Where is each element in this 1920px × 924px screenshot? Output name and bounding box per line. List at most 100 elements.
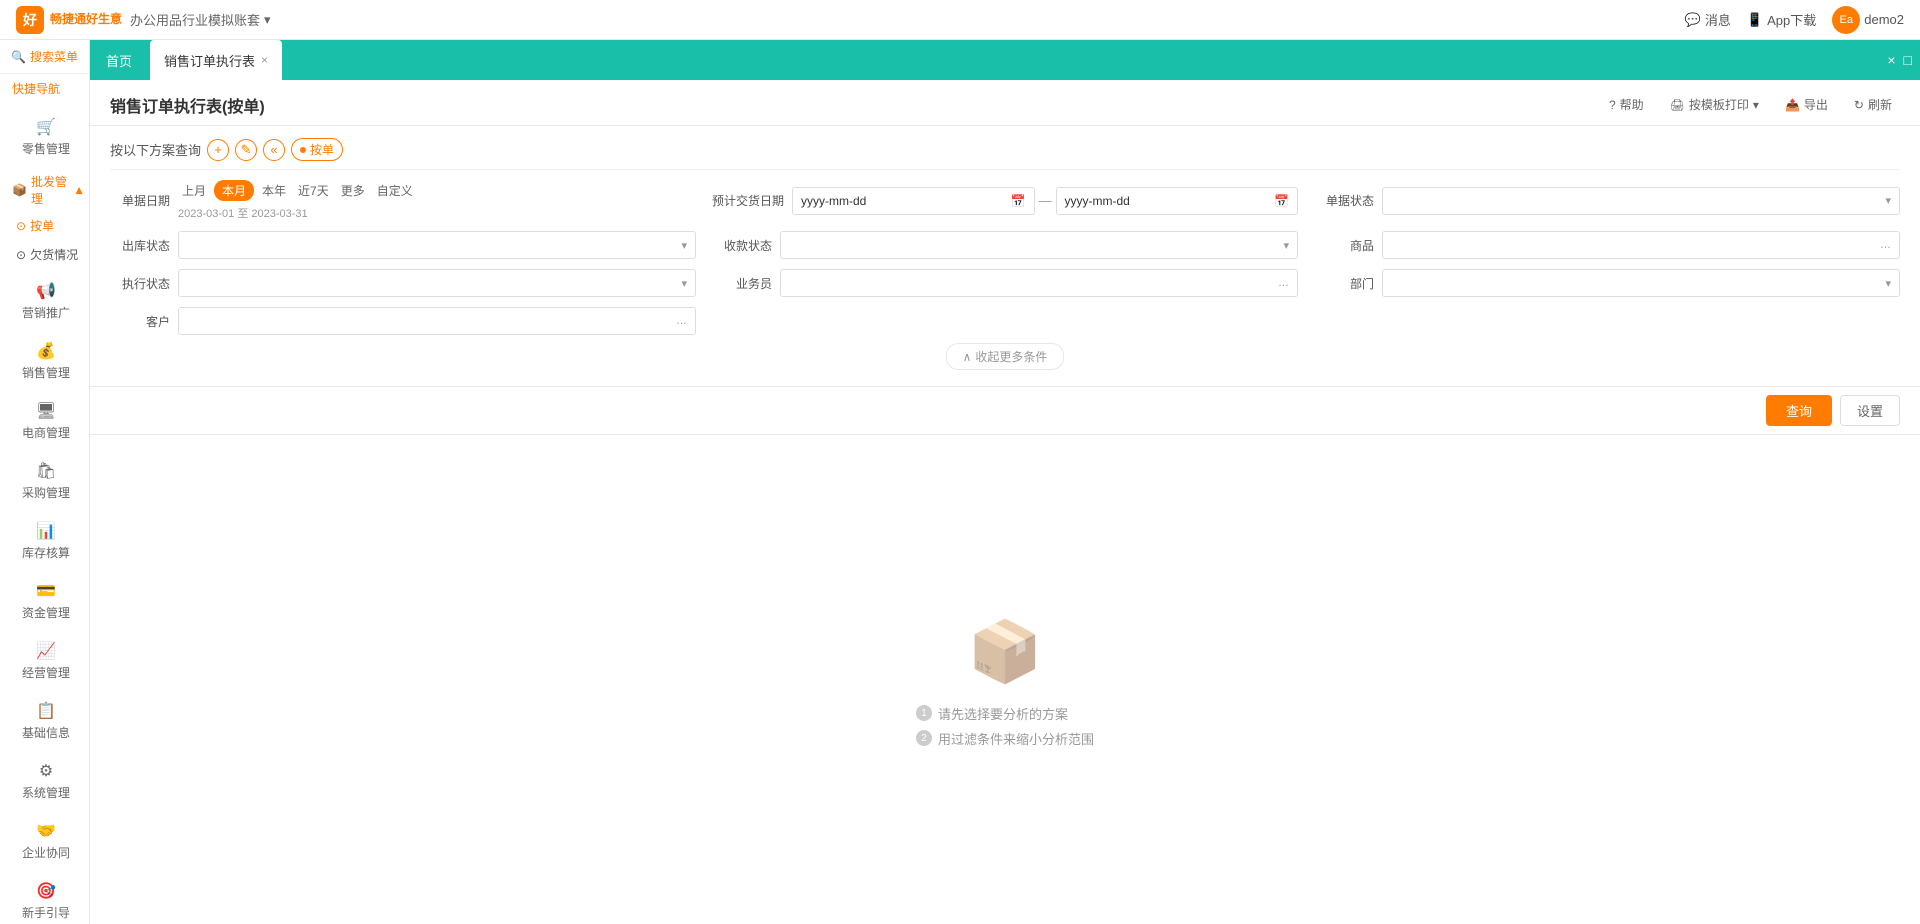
tab-bar: 首页 销售订单执行表 × × □ — [90, 40, 1920, 80]
collection-status-select[interactable]: ▾ — [780, 231, 1298, 259]
collapse-more-button[interactable]: ∧ 收起更多条件 — [946, 343, 1065, 370]
sidebar-item-sales[interactable]: 💰 销售管理 — [0, 331, 89, 391]
date-range-hint: 2023-03-01 至 2023-03-31 — [178, 205, 696, 221]
sidebar: 🔍 搜索菜单 快捷导航 🛒 零售管理 📦 批发管理 ▲ ⊙ 按单 ⊙ 欠货情况 — [0, 40, 90, 924]
doc-status-select[interactable]: ▾ — [1382, 187, 1900, 215]
logo-area: 好 畅捷通好生意 — [16, 6, 122, 34]
guide-icon: 🎯 — [36, 881, 56, 901]
page-title: 销售订单执行表(按单) — [110, 93, 265, 117]
sidebar-item-inventory[interactable]: 📊 库存核算 — [0, 511, 89, 571]
date-more[interactable]: 更多 — [337, 180, 369, 201]
sidebar-item-label: 库存核算 — [22, 544, 70, 561]
search-icon: 🔍 — [11, 50, 26, 64]
sidebar-item-label: 资金管理 — [22, 604, 70, 621]
date-label: 单据日期 — [110, 192, 170, 209]
sidebar-item-coop[interactable]: 🤝 企业协同 — [0, 811, 89, 871]
sidebar-item-guide[interactable]: 🎯 新手引导 — [0, 871, 89, 924]
collapse-row: ∧ 收起更多条件 — [110, 335, 1900, 374]
expected-date-end[interactable]: yyyy-mm-dd 📅 — [1056, 187, 1299, 215]
goods-label: 商品 — [1314, 237, 1374, 254]
date-prev-month[interactable]: 上月 — [178, 180, 210, 201]
tip-num-2: 2 — [916, 730, 932, 746]
filter-out-status: 出库状态 ▾ — [110, 231, 696, 259]
filter-salesman: 业务员 … — [712, 269, 1298, 297]
sidebar-item-operation[interactable]: 📈 经营管理 — [0, 631, 89, 691]
sidebar-item-label: 基础信息 — [22, 724, 70, 741]
filter-grid: 单据日期 上月 本月 本年 近7天 更多 自定义 2023-03-01 至 20… — [110, 180, 1900, 335]
sidebar-item-wholesale[interactable]: 📦 批发管理 ▲ — [0, 167, 89, 209]
selected-scheme[interactable]: 按单 — [291, 138, 343, 161]
tab-close-icon[interactable]: × — [261, 53, 268, 67]
exec-status-select[interactable]: ▾ — [178, 269, 696, 297]
date-custom[interactable]: 自定义 — [373, 180, 417, 201]
sidebar-item-label: 系统管理 — [22, 784, 70, 801]
package-icon: 📦 — [12, 183, 27, 197]
sidebar-item-press-order[interactable]: ⊙ 按单 — [0, 211, 89, 240]
tab-bar-actions: × □ — [1887, 52, 1920, 68]
top-bar-left: 好 畅捷通好生意 办公用品行业模拟账套 ▾ — [16, 6, 271, 34]
doc-status-label: 单据状态 — [1314, 192, 1374, 209]
refresh-icon: ↻ — [1854, 98, 1864, 112]
scheme-actions: + ✎ « — [207, 139, 285, 161]
app-download-button[interactable]: 📱 App下载 — [1747, 10, 1816, 29]
filter-goods: 商品 … — [1314, 231, 1900, 259]
help-button[interactable]: ? 帮助 — [1601, 92, 1652, 117]
edit-scheme-button[interactable]: ✎ — [235, 139, 257, 161]
customer-input[interactable]: … — [178, 307, 696, 335]
setting-button[interactable]: 设置 — [1840, 395, 1900, 426]
sidebar-item-owed[interactable]: ⊙ 欠货情况 — [0, 240, 89, 269]
sidebar-item-finance[interactable]: 💳 资金管理 — [0, 571, 89, 631]
sidebar-item-system[interactable]: ⚙ 系统管理 — [0, 751, 89, 811]
sidebar-item-basic[interactable]: 📋 基础信息 — [0, 691, 89, 751]
out-status-label: 出库状态 — [110, 237, 170, 254]
sidebar-item-purchase[interactable]: 🛍 采购管理 — [0, 451, 89, 511]
system-icon: ⚙ — [39, 761, 53, 781]
expected-date-start[interactable]: yyyy-mm-dd 📅 — [792, 187, 1035, 215]
salesman-label: 业务员 — [712, 275, 772, 292]
date-separator: — — [1039, 193, 1052, 208]
chevron-down-icon: ▾ — [1753, 98, 1759, 112]
tab-minimize-icon[interactable]: × — [1887, 52, 1895, 68]
circle-icon: ⊙ — [16, 248, 26, 262]
tab-home[interactable]: 首页 — [90, 40, 148, 80]
empty-illustration: 📦 — [965, 612, 1045, 692]
end-placeholder: yyyy-mm-dd — [1065, 194, 1130, 208]
logo-icon: 好 — [16, 6, 44, 34]
basic-icon: 📋 — [36, 701, 56, 721]
quick-nav[interactable]: 快捷导航 — [0, 74, 89, 99]
date-this-year[interactable]: 本年 — [258, 180, 290, 201]
chevron-down-icon: ▾ — [1885, 277, 1891, 290]
collapse-icon: ∧ — [963, 350, 972, 364]
export-button[interactable]: 📤 导出 — [1777, 92, 1836, 117]
collection-status-label: 收款状态 — [712, 237, 772, 254]
sidebar-item-ecommerce[interactable]: 🖥 电商管理 — [0, 391, 89, 451]
sidebar-item-retail[interactable]: 🛒 零售管理 — [0, 107, 89, 167]
dept-select[interactable]: ▾ — [1382, 269, 1900, 297]
finance-icon: 💳 — [36, 581, 56, 601]
refresh-button[interactable]: ↻ 刷新 — [1846, 92, 1900, 117]
add-scheme-button[interactable]: + — [207, 139, 229, 161]
more-icon: … — [1278, 277, 1289, 289]
user-menu[interactable]: Ea demo2 — [1832, 6, 1904, 34]
goods-input[interactable]: … — [1382, 231, 1900, 259]
sidebar-search[interactable]: 🔍 搜索菜单 — [0, 40, 89, 74]
date-7days[interactable]: 近7天 — [294, 180, 333, 201]
tab-active[interactable]: 销售订单执行表 × — [150, 40, 282, 80]
tab-maximize-icon[interactable]: □ — [1904, 52, 1912, 68]
more-icon: … — [676, 315, 687, 327]
exec-status-label: 执行状态 — [110, 275, 170, 292]
chevron-down-icon: ▾ — [1885, 194, 1891, 207]
date-current-month[interactable]: 本月 — [214, 180, 254, 201]
query-button[interactable]: 查询 — [1766, 395, 1832, 426]
content-area: 首页 销售订单执行表 × × □ 销售订单执行表(按单) ? 帮助 🖨 — [90, 40, 1920, 924]
out-status-select[interactable]: ▾ — [178, 231, 696, 259]
salesman-input[interactable]: … — [780, 269, 1298, 297]
collapse-scheme-button[interactable]: « — [263, 139, 285, 161]
print-button[interactable]: 🖨 按模板打印 ▾ — [1662, 92, 1767, 117]
industry-selector[interactable]: 办公用品行业模拟账套 ▾ — [130, 10, 271, 29]
message-button[interactable]: 💬 消息 — [1685, 10, 1731, 29]
filter-collection-status: 收款状态 ▾ — [712, 231, 1298, 259]
sales-icon: 💰 — [36, 341, 56, 361]
sidebar-item-label: 营销推广 — [22, 304, 70, 321]
sidebar-item-marketing[interactable]: 📢 营销推广 — [0, 271, 89, 331]
